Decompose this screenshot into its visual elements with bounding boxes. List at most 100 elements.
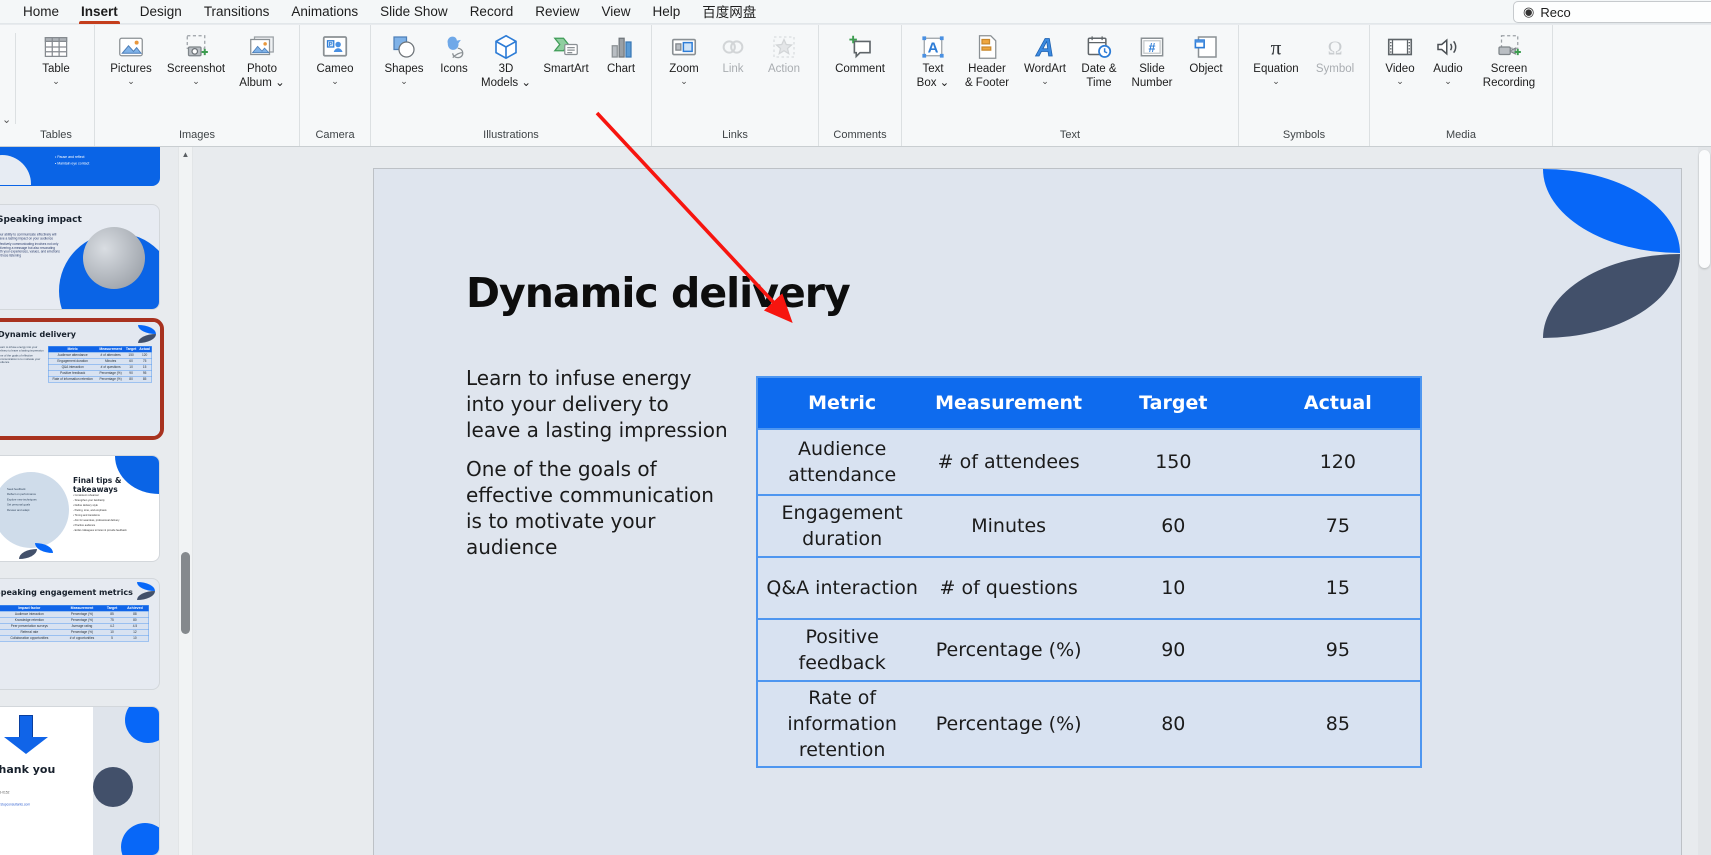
table-cell[interactable]: 120 xyxy=(1255,428,1421,495)
ribbon-button-object[interactable]: Object xyxy=(1180,28,1232,76)
table-cell[interactable]: # of attendees xyxy=(926,428,1091,495)
ribbon-group-label-media: Media xyxy=(1446,129,1476,141)
table-cell[interactable]: 90 xyxy=(1090,618,1256,681)
slide-body-textbox[interactable]: Learn to infuse energy into your deliver… xyxy=(466,365,728,560)
menu-tab-insert[interactable]: Insert xyxy=(70,0,129,24)
ribbon-button-date-time[interactable]: Date & Time xyxy=(1074,28,1124,90)
ribbon-button-photo-album[interactable]: Photo Album ⌄ xyxy=(231,28,293,90)
table-cell[interactable]: Positive feedback xyxy=(757,618,927,681)
menu-tab-slide-show[interactable]: Slide Show xyxy=(369,0,459,24)
table-cell[interactable]: 15 xyxy=(1255,556,1421,619)
ribbon-button-slide-number[interactable]: # Slide Number xyxy=(1124,28,1180,90)
ribbon-button-header-footer[interactable]: Header & Footer xyxy=(958,28,1016,90)
comment-icon xyxy=(845,32,875,62)
table-cell[interactable]: 80 xyxy=(1090,680,1256,767)
ribbon-button-label: Zoom xyxy=(669,63,699,75)
menu-tab-home[interactable]: Home xyxy=(12,0,70,24)
chevron-down-icon: ⌄ xyxy=(331,76,339,86)
slide-canvas[interactable]: Dynamic delivery Learn to infuse energy … xyxy=(373,168,1682,855)
table-header-metric[interactable]: Metric xyxy=(757,377,927,429)
symbol-icon: Ω xyxy=(1320,32,1350,62)
table-cell[interactable]: Percentage (%) xyxy=(926,680,1091,767)
menu-tab-design[interactable]: Design xyxy=(129,0,193,24)
svg-text:Ω: Ω xyxy=(1328,38,1343,60)
scroll-up-icon[interactable]: ▲ xyxy=(179,150,192,159)
slide-thumbnail-2[interactable]: Speaking impact Your ability to communica… xyxy=(0,204,160,310)
table-cell[interactable]: 10 xyxy=(1090,556,1256,619)
ribbon-group-label-comments: Comments xyxy=(833,129,887,141)
record-button[interactable]: ◉ Reco xyxy=(1513,1,1711,23)
table-row[interactable]: Engagement duration Minutes 60 75 xyxy=(757,494,1421,557)
ribbon-button-zoom[interactable]: Zoom ⌄ xyxy=(658,28,710,86)
ribbon-button-smartart[interactable]: SmartArt xyxy=(535,28,597,76)
ribbon-button-equation[interactable]: π Equation ⌄ xyxy=(1245,28,1307,86)
table-cell[interactable]: Minutes xyxy=(926,494,1091,557)
ribbon-button-screenshot[interactable]: Screenshot ⌄ xyxy=(161,28,231,86)
svg-text:#: # xyxy=(1149,41,1156,55)
slide-thumbnail-1[interactable]: • Pause and reflect • Maintain eye contac… xyxy=(0,147,160,186)
table-cell[interactable]: 95 xyxy=(1255,618,1421,681)
table-cell[interactable]: 60 xyxy=(1090,494,1256,557)
cameo-icon: P xyxy=(320,32,350,62)
ribbon-group-camera: P Cameo ⌄ Camera xyxy=(300,25,371,146)
shapes-icon xyxy=(389,32,419,62)
ribbon-button-video[interactable]: Video ⌄ xyxy=(1376,28,1424,86)
ribbon-button-screen-recording[interactable]: Screen Recording xyxy=(1472,28,1546,90)
table-row[interactable]: Rate of information retention Percentage … xyxy=(757,680,1421,767)
table-cell[interactable]: Q&A interaction xyxy=(757,556,927,619)
menu-tab-animations[interactable]: Animations xyxy=(280,0,369,24)
table-cell[interactable]: Percentage (%) xyxy=(926,618,1091,681)
table-cell[interactable]: 85 xyxy=(1255,680,1421,767)
3d-models-icon xyxy=(491,32,521,62)
table-cell[interactable]: # of questions xyxy=(926,556,1091,619)
slide-thumbnail-6[interactable]: Thank you12-555-0152ita@firstupconsultan… xyxy=(0,706,160,855)
table-row[interactable]: Q&A interaction # of questions 10 15 xyxy=(757,556,1421,619)
thumbnail-scrollbar-thumb[interactable] xyxy=(181,552,190,634)
menu-tab-view[interactable]: View xyxy=(590,0,641,24)
ribbon-button-audio[interactable]: Audio ⌄ xyxy=(1424,28,1472,86)
ribbon-button-shapes[interactable]: Shapes ⌄ xyxy=(377,28,431,86)
slide-thumbnail-5[interactable]: Speaking engagement metrics Impact factor… xyxy=(0,578,160,690)
ribbon-button-comment[interactable]: Comment xyxy=(825,28,895,76)
table-cell[interactable]: Audience attendance xyxy=(757,428,927,495)
chevron-down-icon[interactable]: ⌄ xyxy=(2,113,11,126)
menu-tab-help[interactable]: Help xyxy=(642,0,692,24)
menu-tab-review[interactable]: Review xyxy=(524,0,590,24)
canvas-scrollbar-thumb[interactable] xyxy=(1699,150,1710,268)
slide-thumbnail-4[interactable]: Seek feedback Reflect on performance Explo… xyxy=(0,455,160,562)
table-cell[interactable]: Engagement duration xyxy=(757,494,927,557)
leaf-decoration-dark xyxy=(1543,254,1680,338)
ribbon-button-label: Screen xyxy=(1490,63,1528,75)
ribbon-button-wordart[interactable]: A WordArt ⌄ xyxy=(1016,28,1074,86)
ribbon-button-table[interactable]: Table ⌄ xyxy=(24,28,88,86)
table-cell[interactable]: Rate of information retention xyxy=(757,680,927,767)
ribbon-button-text-box[interactable]: A Text Box ⌄ xyxy=(908,28,958,90)
menu-tab-百度网盘[interactable]: 百度网盘 xyxy=(691,0,767,26)
thumbnail-title: Speaking impact xyxy=(0,215,82,225)
slide-number-icon: # xyxy=(1137,32,1167,62)
thumbnail-scrollbar[interactable]: ▲ xyxy=(178,147,193,855)
ribbon-button-3d-models[interactable]: 3D Models ⌄ xyxy=(477,28,535,90)
ribbon-group-label-camera: Camera xyxy=(315,129,355,141)
table-header-target[interactable]: Target xyxy=(1090,377,1256,429)
ribbon-button-icons[interactable]: Icons xyxy=(431,28,477,76)
slide-thumbnail-3-selected[interactable]: Dynamic delivery Learn to infuse energy i… xyxy=(0,318,164,440)
menu-tab-record[interactable]: Record xyxy=(459,0,525,24)
table-header-measurement[interactable]: Measurement xyxy=(926,377,1091,429)
canvas-scrollbar[interactable] xyxy=(1698,147,1711,855)
svg-text:A: A xyxy=(1035,34,1054,62)
table-row[interactable]: Audience attendance # of attendees 150 120 xyxy=(757,428,1421,495)
table-header-actual[interactable]: Actual xyxy=(1255,377,1421,429)
table-row[interactable]: Positive feedback Percentage (%) 90 95 xyxy=(757,618,1421,681)
ribbon-button-pictures[interactable]: Pictures ⌄ xyxy=(101,28,161,86)
ribbon-button-label: Album ⌄ xyxy=(239,77,285,89)
menu-tab-transitions[interactable]: Transitions xyxy=(193,0,281,24)
table-cell[interactable]: 150 xyxy=(1090,428,1256,495)
ribbon-button-cameo[interactable]: P Cameo ⌄ xyxy=(306,28,364,86)
table-cell[interactable]: 75 xyxy=(1255,494,1421,557)
slide-title[interactable]: Dynamic delivery xyxy=(466,269,851,317)
ribbon-button-chart[interactable]: Chart xyxy=(597,28,645,76)
ribbon-button-label: Models ⌄ xyxy=(481,77,531,89)
metrics-table[interactable]: Metric Measurement Target Actual Audience at… xyxy=(756,376,1422,768)
chart-icon xyxy=(606,32,636,62)
